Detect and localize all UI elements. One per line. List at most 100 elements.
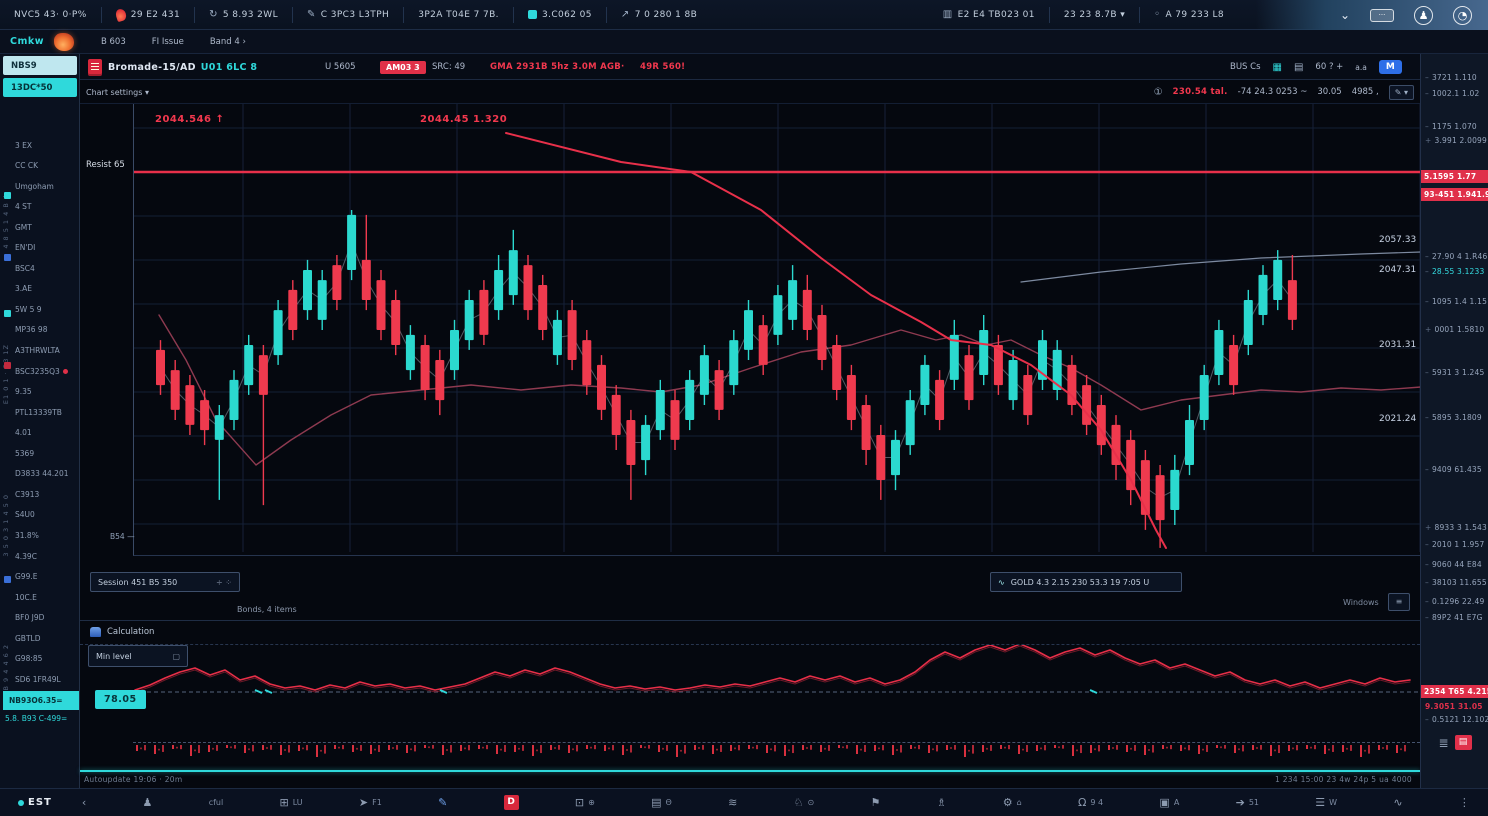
watchlist-item[interactable]: C3913: [15, 485, 78, 503]
taskbar-item[interactable]: ▤Θ: [651, 795, 672, 810]
taskbar-item[interactable]: ♟: [143, 795, 153, 810]
watchlist-item[interactable]: 4 ST: [15, 198, 78, 216]
watchlist-item[interactable]: 9.35: [15, 383, 78, 401]
watchlist-item[interactable]: BSC3235Q3: [15, 362, 78, 380]
price-ladder-row[interactable]: +3.991 2.0099: [1421, 136, 1488, 145]
price-ladder-row[interactable]: –28.55 3.1233: [1421, 267, 1488, 276]
ticker-item[interactable]: ↗7 0 280 1 8B: [607, 7, 711, 23]
price-ladder-row[interactable]: –27.90 4 1.R46: [1421, 252, 1488, 261]
taskbar-item[interactable]: ∿: [1393, 795, 1402, 810]
watchlist-item[interactable]: EN'DI: [15, 239, 78, 257]
menu-item[interactable]: B 603: [88, 37, 139, 47]
taskbar-item[interactable]: ♗: [937, 795, 947, 810]
ticker-item[interactable]: 3P2A T04E 7 7B.: [404, 7, 514, 23]
taskbar-item[interactable]: ♘⊙: [794, 795, 815, 810]
clock-icon[interactable]: ◔: [1453, 6, 1472, 25]
avatar-icon[interactable]: ♟: [1414, 6, 1433, 25]
symbol-title[interactable]: Bromade-15/AD: [108, 62, 196, 73]
session-box[interactable]: Session 451 B5 350 ÷ ⁘: [90, 572, 240, 592]
watchlist-item[interactable]: S4U0: [15, 506, 78, 524]
ticker-item[interactable]: 23 23 8.7B ▾: [1050, 7, 1140, 23]
ticker-item[interactable]: NVC5 43· 0·P%: [0, 7, 102, 23]
watchlist-item[interactable]: A3THRWLTA: [15, 342, 78, 360]
taskbar-est-status[interactable]: EST: [18, 797, 52, 808]
watchlist-item[interactable]: 4.01: [15, 424, 78, 442]
price-ladder-row[interactable]: 5.1595 1.77: [1421, 170, 1488, 183]
watchlist-item[interactable]: BF0 J9D: [15, 609, 78, 627]
watchlist-item[interactable]: PTL13339TB: [15, 403, 78, 421]
taskbar-item[interactable]: ⊞LU: [280, 795, 303, 810]
menu-item[interactable]: FI Issue: [139, 37, 197, 47]
taskbar-item[interactable]: ⚑: [870, 795, 880, 810]
ticker-item[interactable]: 3.C062 05: [514, 7, 607, 23]
watchlist-highlight-row[interactable]: NB93O6.35=: [3, 691, 79, 710]
price-ladder-row[interactable]: –3721 1.110: [1421, 73, 1488, 82]
price-ladder-row[interactable]: –1002.1 1.02: [1421, 89, 1488, 98]
price-ladder-row[interactable]: –9409 61.435: [1421, 465, 1488, 474]
price-ladder-row[interactable]: –89P2 41 E7G: [1421, 613, 1488, 622]
watchlist-selected-item[interactable]: 13DC*50: [3, 78, 77, 97]
price-ladder-row[interactable]: +8933 3 1.543: [1421, 523, 1488, 532]
indicator-icon[interactable]: ▦: [1273, 62, 1282, 73]
watchlist-item[interactable]: CC CK: [15, 157, 78, 175]
menu-item[interactable]: Band 4 ›: [197, 37, 259, 47]
watchlist-item[interactable]: 5W 5 9: [15, 300, 78, 318]
watchlist-item[interactable]: BSC4: [15, 259, 78, 277]
taskbar-item[interactable]: D: [504, 795, 519, 810]
info-icon[interactable]: ①: [1154, 87, 1163, 98]
ticker-item[interactable]: ↻5 8.93 2WL: [195, 7, 293, 23]
book-icon[interactable]: ▤: [1294, 62, 1303, 73]
taskbar-item[interactable]: ➤F1: [359, 795, 382, 810]
watchlist-item[interactable]: 3.AE: [15, 280, 78, 298]
ticker-item[interactable]: ◦A 79 233 L8: [1140, 7, 1238, 23]
watchlist-item[interactable]: 31.8%: [15, 526, 78, 544]
price-ladder-row[interactable]: –2010 1 1.957: [1421, 540, 1488, 549]
watchlist-cyan-label[interactable]: 5.8. B93 C-499=: [5, 714, 79, 723]
timeframe-label[interactable]: U 5605: [325, 62, 356, 72]
layout-box-button[interactable]: ≡: [1388, 593, 1410, 611]
mode-button[interactable]: M: [1379, 60, 1402, 74]
watchlist-item[interactable]: G98:85: [15, 650, 78, 668]
taskbar-item[interactable]: ▣A: [1159, 795, 1179, 810]
price-ladder-row[interactable]: 2354 T65 4.215,3: [1421, 685, 1488, 698]
taskbar-item[interactable]: ⊡⊕: [575, 795, 595, 810]
sell-icon[interactable]: ▤: [1455, 735, 1472, 750]
price-ladder-row[interactable]: –5895 3.1809: [1421, 413, 1488, 422]
gold-quote-box[interactable]: ∿ GOLD 4.3 2.15 230 53.3 19 7:05 U: [990, 572, 1182, 592]
taskbar-item[interactable]: ☰W: [1315, 795, 1337, 810]
taskbar-item[interactable]: ≋: [728, 795, 737, 810]
watchlist-item[interactable]: 10C.E: [15, 588, 78, 606]
price-ladder-row[interactable]: 9.3051 31.05: [1421, 702, 1488, 711]
taskbar-item[interactable]: cful: [209, 795, 224, 810]
price-ladder-row[interactable]: –0.1296 22.49: [1421, 597, 1488, 606]
watchlist-item[interactable]: MP36 98: [15, 321, 78, 339]
price-ladder-row[interactable]: 93-451 1.941.9: [1421, 188, 1488, 201]
watchlist-item[interactable]: 4.39C: [15, 547, 78, 565]
watchlist-item[interactable]: Umgoham: [15, 177, 78, 195]
price-ladder-row[interactable]: +0001 1.5810: [1421, 325, 1488, 334]
brand-label[interactable]: Cmkw: [0, 36, 54, 47]
watchlist-item[interactable]: SD6 1FR49L: [15, 670, 78, 688]
ticker-item[interactable]: ✎C 3PC3 L3TPH: [293, 7, 404, 23]
calculation-label[interactable]: Calculation: [107, 627, 154, 637]
draw-tools-button[interactable]: ✎ ▾: [1389, 85, 1414, 100]
price-ladder-row[interactable]: –0.5121 12.1029: [1421, 715, 1488, 724]
taskbar-item[interactable]: ✎: [438, 795, 447, 810]
watchlist-item[interactable]: 5369: [15, 444, 78, 462]
watchlist-item[interactable]: G99.E: [15, 568, 78, 586]
chevron-down-icon[interactable]: ⌄: [1340, 8, 1350, 22]
oscillator-pane[interactable]: [133, 645, 1420, 715]
price-ladder-row[interactable]: –1175 1.070: [1421, 122, 1488, 131]
price-ladder-row[interactable]: –5931 3 1.245: [1421, 368, 1488, 377]
list-icon[interactable]: ≣: [1438, 736, 1448, 750]
price-ladder-row[interactable]: –9060 44 E84: [1421, 560, 1488, 569]
watchlist-item[interactable]: D3833 44.201: [15, 465, 78, 483]
chart-settings-dropdown[interactable]: Chart settings ▾: [86, 88, 149, 97]
session-box-icons[interactable]: ÷ ⁘: [216, 578, 232, 587]
taskbar-item[interactable]: Ω9 4: [1078, 795, 1103, 810]
card-icon[interactable]: ···: [1370, 9, 1394, 22]
candlestick-chart[interactable]: 2057.332047.312031.312021.24: [133, 104, 1420, 556]
ticker-item[interactable]: 29 E2 431: [102, 7, 195, 23]
watchlist-item[interactable]: GBTLD: [15, 629, 78, 647]
taskbar-item[interactable]: ⚙⌂: [1003, 795, 1022, 810]
